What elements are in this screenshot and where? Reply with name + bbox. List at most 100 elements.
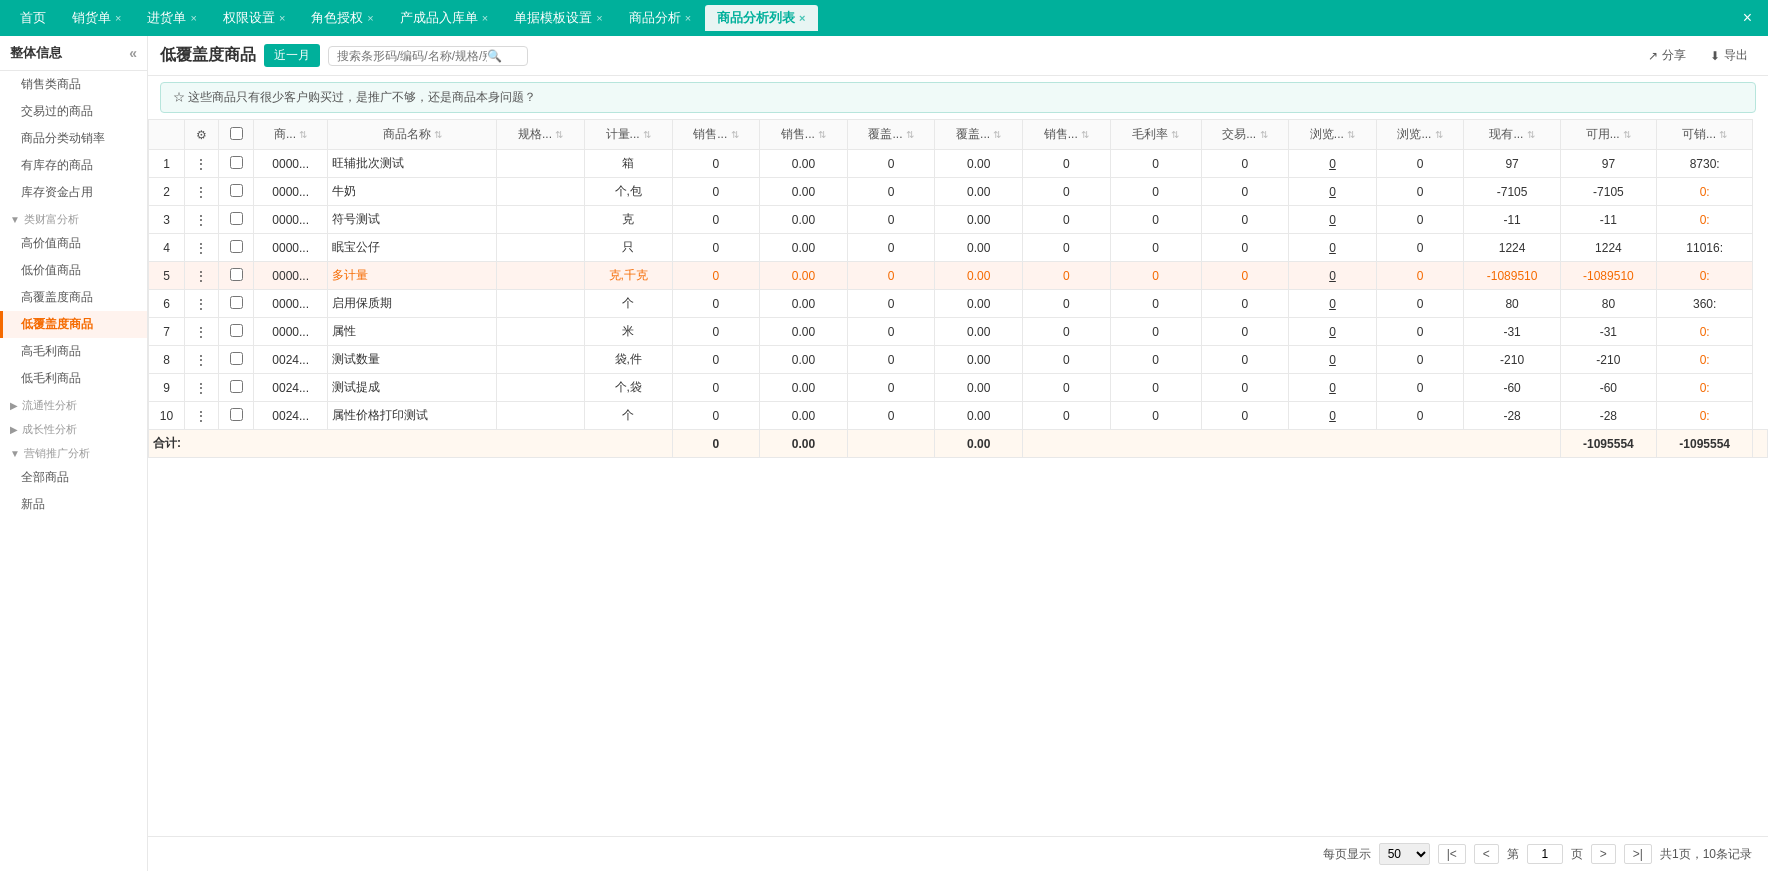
select-all-checkbox[interactable] <box>230 127 243 140</box>
row-checkbox[interactable] <box>230 380 243 393</box>
sidebar-group-label[interactable]: ▼ 类财富分析 <box>0 206 147 230</box>
browse1-link[interactable]: 0 <box>1329 157 1336 171</box>
sidebar-item[interactable]: 库存资金占用 <box>0 179 147 206</box>
col-header-browse1[interactable]: 浏览... ⇅ <box>1289 120 1377 150</box>
cell-checkbox[interactable] <box>218 318 253 346</box>
sidebar-item-低价值商品[interactable]: 低价值商品 <box>0 257 147 284</box>
nav-item-商品分析列表[interactable]: 商品分析列表× <box>705 5 817 31</box>
col-header-sales_qty[interactable]: 销售... ⇅ <box>672 120 760 150</box>
cell-browse1[interactable]: 0 <box>1289 374 1377 402</box>
settings-icon[interactable]: ⚙ <box>196 128 207 142</box>
sidebar-item-高毛利商品[interactable]: 高毛利商品 <box>0 338 147 365</box>
nav-item-单据模板设置[interactable]: 单据模板设置× <box>502 5 614 31</box>
cell-name[interactable]: 眠宝公仔 <box>328 234 497 262</box>
row-settings-icon[interactable]: ⋮ <box>195 241 207 255</box>
browse1-link[interactable]: 0 <box>1329 353 1336 367</box>
browse1-link[interactable]: 0 <box>1329 325 1336 339</box>
cell-browse1[interactable]: 0 <box>1289 402 1377 430</box>
cell-checkbox[interactable] <box>218 290 253 318</box>
cell-checkbox[interactable] <box>218 402 253 430</box>
cell-browse1[interactable]: 0 <box>1289 290 1377 318</box>
sort-icon[interactable]: ⇅ <box>1347 129 1355 140</box>
cell-name[interactable]: 牛奶 <box>328 178 497 206</box>
col-header-trade[interactable]: 交易... ⇅ <box>1201 120 1289 150</box>
col-header-browse2[interactable]: 浏览... ⇅ <box>1376 120 1464 150</box>
row-settings-icon[interactable]: ⋮ <box>195 409 207 423</box>
sidebar-item-高覆盖度商品[interactable]: 高覆盖度商品 <box>0 284 147 311</box>
col-header-spec[interactable]: 规格... ⇅ <box>497 120 585 150</box>
sort-icon[interactable]: ⇅ <box>299 129 307 140</box>
last-page-button[interactable]: >| <box>1624 844 1652 864</box>
next-page-button[interactable]: > <box>1591 844 1616 864</box>
share-button[interactable]: ↗ 分享 <box>1640 44 1694 67</box>
cell-browse1[interactable]: 0 <box>1289 346 1377 374</box>
row-settings-icon[interactable]: ⋮ <box>195 325 207 339</box>
search-input[interactable] <box>337 49 487 63</box>
cell-checkbox[interactable] <box>218 178 253 206</box>
cell-name[interactable]: 测试提成 <box>328 374 497 402</box>
cell-settings[interactable]: ⋮ <box>185 178 219 206</box>
col-header-gross[interactable]: 毛利率 ⇅ <box>1110 120 1201 150</box>
cell-settings[interactable]: ⋮ <box>185 262 219 290</box>
row-settings-icon[interactable]: ⋮ <box>195 269 207 283</box>
col-header-sales3[interactable]: 销售... ⇅ <box>1023 120 1111 150</box>
sort-icon[interactable]: ⇅ <box>643 129 651 140</box>
sort-icon[interactable]: ⇅ <box>731 129 739 140</box>
browse1-link[interactable]: 0 <box>1329 381 1336 395</box>
sidebar-group-label[interactable]: ▶ 成长性分析 <box>0 416 147 440</box>
row-settings-icon[interactable]: ⋮ <box>195 297 207 311</box>
sort-icon[interactable]: ⇅ <box>818 129 826 140</box>
cell-checkbox[interactable] <box>218 374 253 402</box>
col-header-name[interactable]: 商品名称 ⇅ <box>328 120 497 150</box>
sort-icon[interactable]: ⇅ <box>1435 129 1443 140</box>
sidebar-group-label[interactable]: ▼ 营销推广分析 <box>0 440 147 464</box>
page-number-input[interactable] <box>1527 844 1563 864</box>
window-close-button[interactable]: × <box>1735 9 1760 27</box>
cell-settings[interactable]: ⋮ <box>185 402 219 430</box>
cell-browse1[interactable]: 0 <box>1289 150 1377 178</box>
nav-close-icon[interactable]: × <box>799 12 805 24</box>
nav-item-首页[interactable]: 首页 <box>8 5 58 31</box>
row-checkbox[interactable] <box>230 324 243 337</box>
nav-close-icon[interactable]: × <box>482 12 488 24</box>
nav-item-销货单[interactable]: 销货单× <box>60 5 133 31</box>
browse1-link[interactable]: 0 <box>1329 213 1336 227</box>
nav-item-产成品入库单[interactable]: 产成品入库单× <box>388 5 500 31</box>
sort-icon[interactable]: ⇅ <box>906 129 914 140</box>
row-checkbox[interactable] <box>230 268 243 281</box>
sort-icon[interactable]: ⇅ <box>1623 129 1631 140</box>
sort-icon[interactable]: ⇅ <box>1260 129 1268 140</box>
row-settings-icon[interactable]: ⋮ <box>195 157 207 171</box>
cell-checkbox[interactable] <box>218 262 253 290</box>
nav-item-进货单[interactable]: 进货单× <box>135 5 208 31</box>
nav-close-icon[interactable]: × <box>685 12 691 24</box>
nav-item-角色授权[interactable]: 角色授权× <box>299 5 385 31</box>
cell-browse1[interactable]: 0 <box>1289 262 1377 290</box>
cell-settings[interactable]: ⋮ <box>185 374 219 402</box>
per-page-select[interactable]: 50 100 200 <box>1379 843 1430 865</box>
col-header-stock2[interactable]: 可用... ⇅ <box>1560 120 1656 150</box>
browse1-link[interactable]: 0 <box>1329 409 1336 423</box>
col-header-cover2[interactable]: 覆盖... ⇅ <box>935 120 1023 150</box>
browse1-link[interactable]: 0 <box>1329 185 1336 199</box>
cell-checkbox[interactable] <box>218 234 253 262</box>
sidebar-group-label[interactable]: ▶ 流通性分析 <box>0 392 147 416</box>
row-checkbox[interactable] <box>230 296 243 309</box>
nav-close-icon[interactable]: × <box>190 12 196 24</box>
cell-settings[interactable]: ⋮ <box>185 206 219 234</box>
col-header-sellable[interactable]: 可销... ⇅ <box>1657 120 1753 150</box>
row-checkbox[interactable] <box>230 184 243 197</box>
nav-close-icon[interactable]: × <box>279 12 285 24</box>
row-checkbox[interactable] <box>230 408 243 421</box>
sidebar-collapse-button[interactable]: « <box>129 45 137 61</box>
sort-icon[interactable]: ⇅ <box>1719 129 1727 140</box>
cell-settings[interactable]: ⋮ <box>185 318 219 346</box>
sort-icon[interactable]: ⇅ <box>993 129 1001 140</box>
cell-name[interactable]: 多计量 <box>328 262 497 290</box>
col-header-stock1[interactable]: 现有... ⇅ <box>1464 120 1560 150</box>
cell-settings[interactable]: ⋮ <box>185 346 219 374</box>
sort-icon[interactable]: ⇅ <box>555 129 563 140</box>
row-settings-icon[interactable]: ⋮ <box>195 185 207 199</box>
row-checkbox[interactable] <box>230 352 243 365</box>
row-checkbox[interactable] <box>230 240 243 253</box>
